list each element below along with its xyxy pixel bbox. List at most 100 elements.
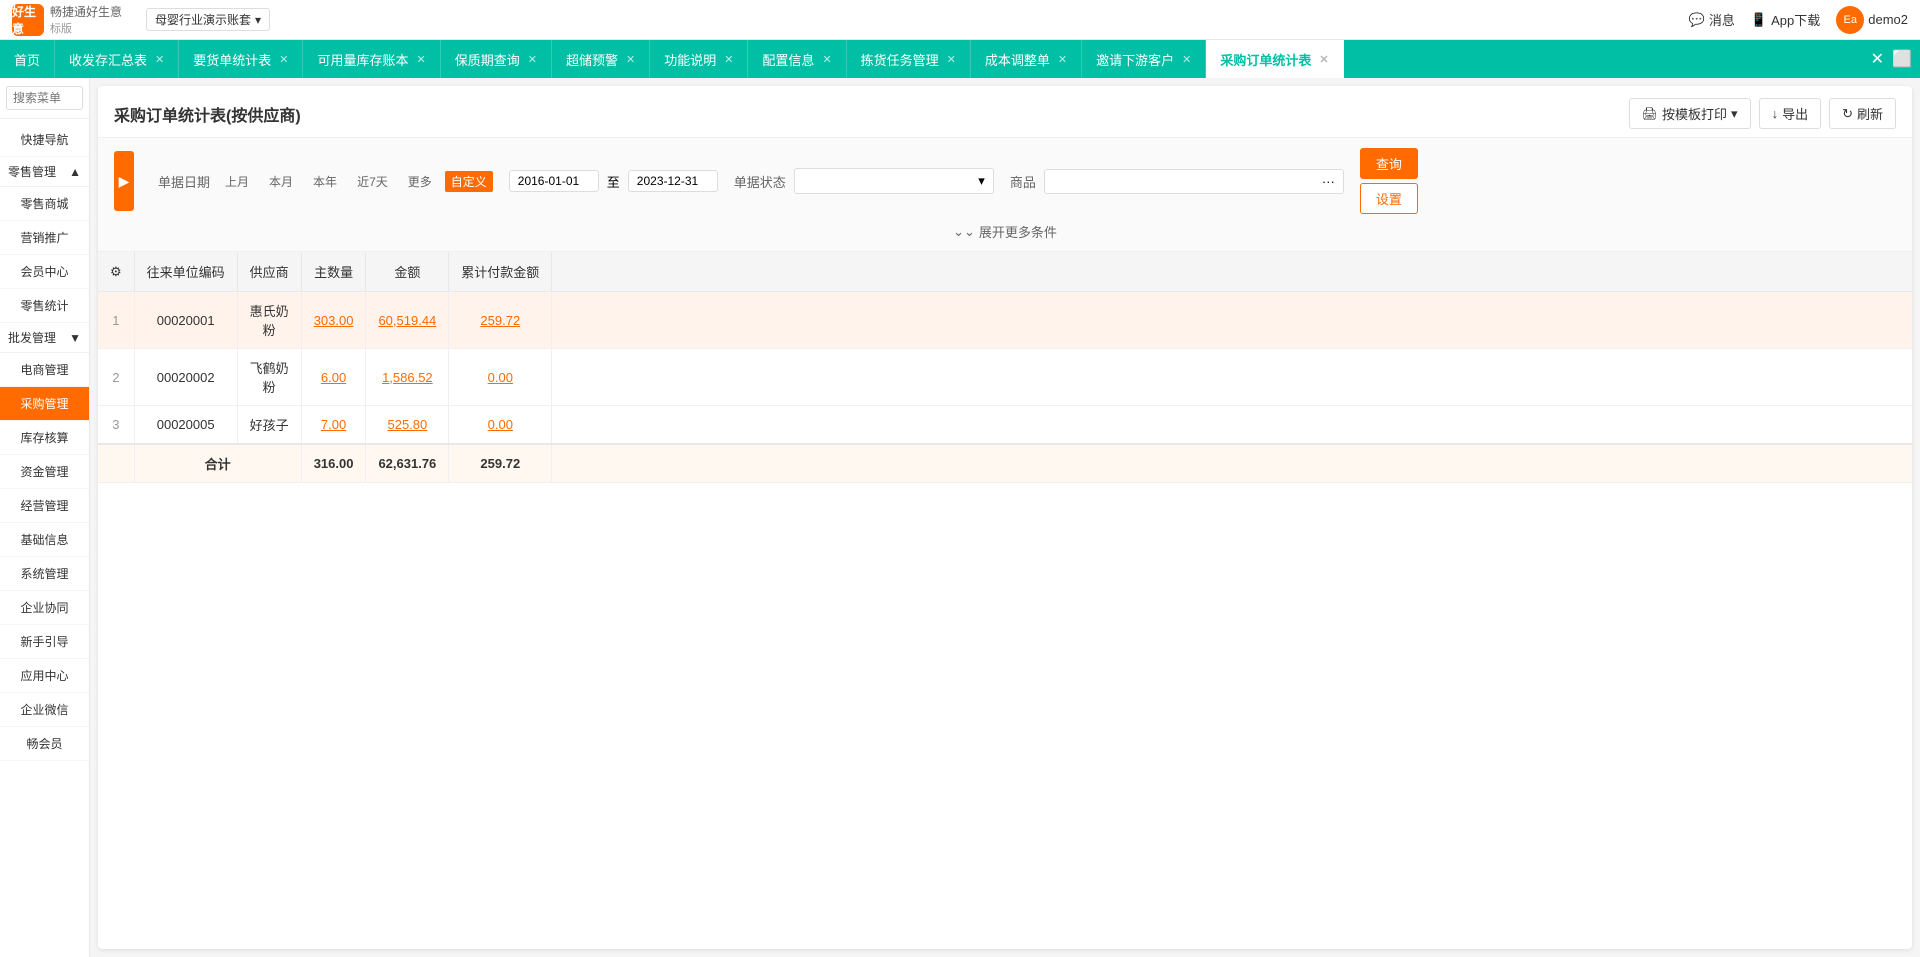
row-paid[interactable]: 0.00 bbox=[449, 349, 552, 406]
row-amount[interactable]: 60,519.44 bbox=[366, 292, 449, 349]
tab-close-icon[interactable]: ✕ bbox=[417, 53, 426, 66]
expand-more-button[interactable]: ⌄⌄ 展开更多条件 bbox=[953, 222, 1057, 241]
tab-cost-adjust[interactable]: 成本调整单 ✕ bbox=[971, 40, 1082, 78]
sidebar-item-ops-mgmt[interactable]: 经营管理 bbox=[0, 489, 89, 523]
tab-close-icon[interactable]: ✕ bbox=[1182, 53, 1191, 66]
tab-overstock-warning[interactable]: 超储预警 ✕ bbox=[552, 40, 650, 78]
export-button[interactable]: ↓ 导出 bbox=[1759, 98, 1822, 129]
tab-invite-downstream[interactable]: 邀请下游客户 ✕ bbox=[1082, 40, 1206, 78]
tab-pick-task[interactable]: 拣货任务管理 ✕ bbox=[847, 40, 971, 78]
shortcut-custom[interactable]: 自定义 bbox=[445, 171, 493, 192]
sidebar-item-ecommerce-mgmt[interactable]: 电商管理 bbox=[0, 353, 89, 387]
tab-close-all-icon[interactable]: ✕ bbox=[1871, 49, 1884, 69]
tab-goods-summary[interactable]: 要货单统计表 ✕ bbox=[179, 40, 303, 78]
print-button[interactable]: 🖨 按模板打印 ▾ bbox=[1629, 98, 1751, 129]
goods-filter-item: 商品 ··· bbox=[1010, 169, 1344, 194]
row-supplier: 好孩子 bbox=[237, 406, 301, 445]
page-content: 采购订单统计表(按供应商) 🖨 按模板打印 ▾ ↓ 导出 ↻ 刷新 bbox=[98, 86, 1912, 949]
sidebar-item-finance-mgmt[interactable]: 资金管理 bbox=[0, 455, 89, 489]
col-settings[interactable]: ⚙ bbox=[98, 252, 134, 292]
sidebar-item-enterprise-collab[interactable]: 企业协同 bbox=[0, 591, 89, 625]
sidebar-item-retail-stats[interactable]: 零售统计 bbox=[0, 289, 89, 323]
date-separator: 至 bbox=[607, 172, 620, 191]
sidebar-search-area bbox=[0, 78, 89, 119]
tab-close-icon[interactable]: ✕ bbox=[1319, 53, 1328, 66]
row-qty[interactable]: 6.00 bbox=[301, 349, 366, 406]
message-button[interactable]: 💬 消息 bbox=[1689, 10, 1735, 29]
tab-home[interactable]: 首页 bbox=[0, 40, 55, 78]
date-filter-label: 单据日期 bbox=[158, 172, 210, 191]
row-paid[interactable]: 259.72 bbox=[449, 292, 552, 349]
shortcut-7days[interactable]: 近7天 bbox=[350, 170, 395, 193]
tab-close-icon[interactable]: ✕ bbox=[1058, 53, 1067, 66]
tab-close-icon[interactable]: ✕ bbox=[155, 53, 164, 66]
chevron-down-icon: ▼ bbox=[69, 331, 81, 345]
app-download-button[interactable]: 📱 App下载 bbox=[1751, 10, 1820, 29]
table-row: 1 00020001 惠氏奶粉 303.00 60,519.44 259.72 bbox=[98, 292, 1912, 349]
query-button[interactable]: 查询 bbox=[1360, 148, 1418, 179]
tab-function-desc[interactable]: 功能说明 ✕ bbox=[650, 40, 748, 78]
tab-close-icon[interactable]: ✕ bbox=[279, 53, 288, 66]
shortcut-last-month[interactable]: 上月 bbox=[218, 170, 256, 193]
top-bar-left: 好生意 畅捷通好生意 标版 母婴行业演示账套 ▾ bbox=[12, 3, 270, 36]
status-select[interactable]: ▾ bbox=[794, 168, 994, 194]
filter-expand-row: ⌄⌄ 展开更多条件 bbox=[114, 222, 1896, 241]
sidebar-item-retail-mall[interactable]: 零售商城 bbox=[0, 187, 89, 221]
row-qty[interactable]: 303.00 bbox=[301, 292, 366, 349]
shortcut-this-year[interactable]: 本年 bbox=[306, 170, 344, 193]
row-extra bbox=[552, 349, 1912, 406]
row-code: 00020002 bbox=[134, 349, 237, 406]
shortcut-this-month[interactable]: 本月 bbox=[262, 170, 300, 193]
tab-config-info[interactable]: 配置信息 ✕ bbox=[748, 40, 846, 78]
row-amount[interactable]: 1,586.52 bbox=[366, 349, 449, 406]
logo-icon: 好生意 bbox=[12, 4, 44, 36]
refresh-icon: ↻ bbox=[1842, 106, 1853, 122]
tab-purchase-summary[interactable]: 采购订单统计表 ✕ bbox=[1206, 40, 1343, 78]
sidebar-item-system-mgmt[interactable]: 系统管理 bbox=[0, 557, 89, 591]
refresh-button[interactable]: ↻ 刷新 bbox=[1829, 98, 1896, 129]
goods-select[interactable]: ··· bbox=[1044, 169, 1344, 194]
sidebar-item-vip[interactable]: 畅会员 bbox=[0, 727, 89, 761]
tab-close-icon[interactable]: ✕ bbox=[724, 53, 733, 66]
sidebar-item-stock-check[interactable]: 库存核算 bbox=[0, 421, 89, 455]
user-menu[interactable]: Ea demo2 bbox=[1836, 6, 1908, 34]
sidebar-item-basic-info[interactable]: 基础信息 bbox=[0, 523, 89, 557]
tab-available-stock[interactable]: 可用量库存账本 ✕ bbox=[303, 40, 440, 78]
tab-close-icon[interactable]: ✕ bbox=[822, 53, 831, 66]
sidebar-item-member-center[interactable]: 会员中心 bbox=[0, 255, 89, 289]
tab-restore-icon[interactable]: ⬜ bbox=[1892, 49, 1912, 69]
tab-close-icon[interactable]: ✕ bbox=[947, 53, 956, 66]
sidebar-item-wholesale-mgmt[interactable]: 批发管理 ▼ bbox=[0, 323, 89, 353]
date-end-input[interactable] bbox=[628, 170, 718, 192]
shortcut-more[interactable]: 更多 bbox=[401, 170, 439, 193]
download-icon: 📱 bbox=[1751, 12, 1767, 28]
page-header: 采购订单统计表(按供应商) 🖨 按模板打印 ▾ ↓ 导出 ↻ 刷新 bbox=[98, 86, 1912, 138]
sidebar-item-marketing[interactable]: 营销推广 bbox=[0, 221, 89, 255]
col-extra bbox=[552, 252, 1912, 292]
toggle-filter-button[interactable]: ▶ bbox=[114, 151, 134, 211]
sidebar-item-new-guide[interactable]: 新手引导 bbox=[0, 625, 89, 659]
query-button-area: 查询 设置 bbox=[1360, 148, 1418, 214]
sidebar-item-enterprise-wechat[interactable]: 企业微信 bbox=[0, 693, 89, 727]
search-input[interactable] bbox=[6, 86, 83, 110]
sidebar-item-retail-mgmt[interactable]: 零售管理 ▲ bbox=[0, 157, 89, 187]
sidebar-item-app-center[interactable]: 应用中心 bbox=[0, 659, 89, 693]
tab-expiry-query[interactable]: 保质期查询 ✕ bbox=[441, 40, 552, 78]
date-start-input[interactable] bbox=[509, 170, 599, 192]
row-paid[interactable]: 0.00 bbox=[449, 406, 552, 445]
date-shortcuts: 上月 本月 本年 近7天 更多 自定义 bbox=[218, 170, 493, 193]
row-qty[interactable]: 7.00 bbox=[301, 406, 366, 445]
sidebar-item-quick-nav[interactable]: 快捷导航 bbox=[0, 123, 89, 157]
col-qty: 主数量 bbox=[301, 252, 366, 292]
footer-empty bbox=[98, 444, 134, 483]
breadcrumb-select[interactable]: 母婴行业演示账套 ▾ bbox=[146, 8, 270, 31]
tab-close-icon[interactable]: ✕ bbox=[528, 53, 537, 66]
sidebar-item-purchase-mgmt[interactable]: 采购管理 bbox=[0, 387, 89, 421]
tab-receive-summary[interactable]: 收发存汇总表 ✕ bbox=[55, 40, 179, 78]
nav-tabs-end: ✕ ⬜ bbox=[1863, 40, 1920, 78]
tab-close-icon[interactable]: ✕ bbox=[626, 53, 635, 66]
col-paid: 累计付款金额 bbox=[449, 252, 552, 292]
chevron-up-icon: ▲ bbox=[69, 165, 81, 179]
settings-button[interactable]: 设置 bbox=[1360, 183, 1418, 214]
row-amount[interactable]: 525.80 bbox=[366, 406, 449, 445]
